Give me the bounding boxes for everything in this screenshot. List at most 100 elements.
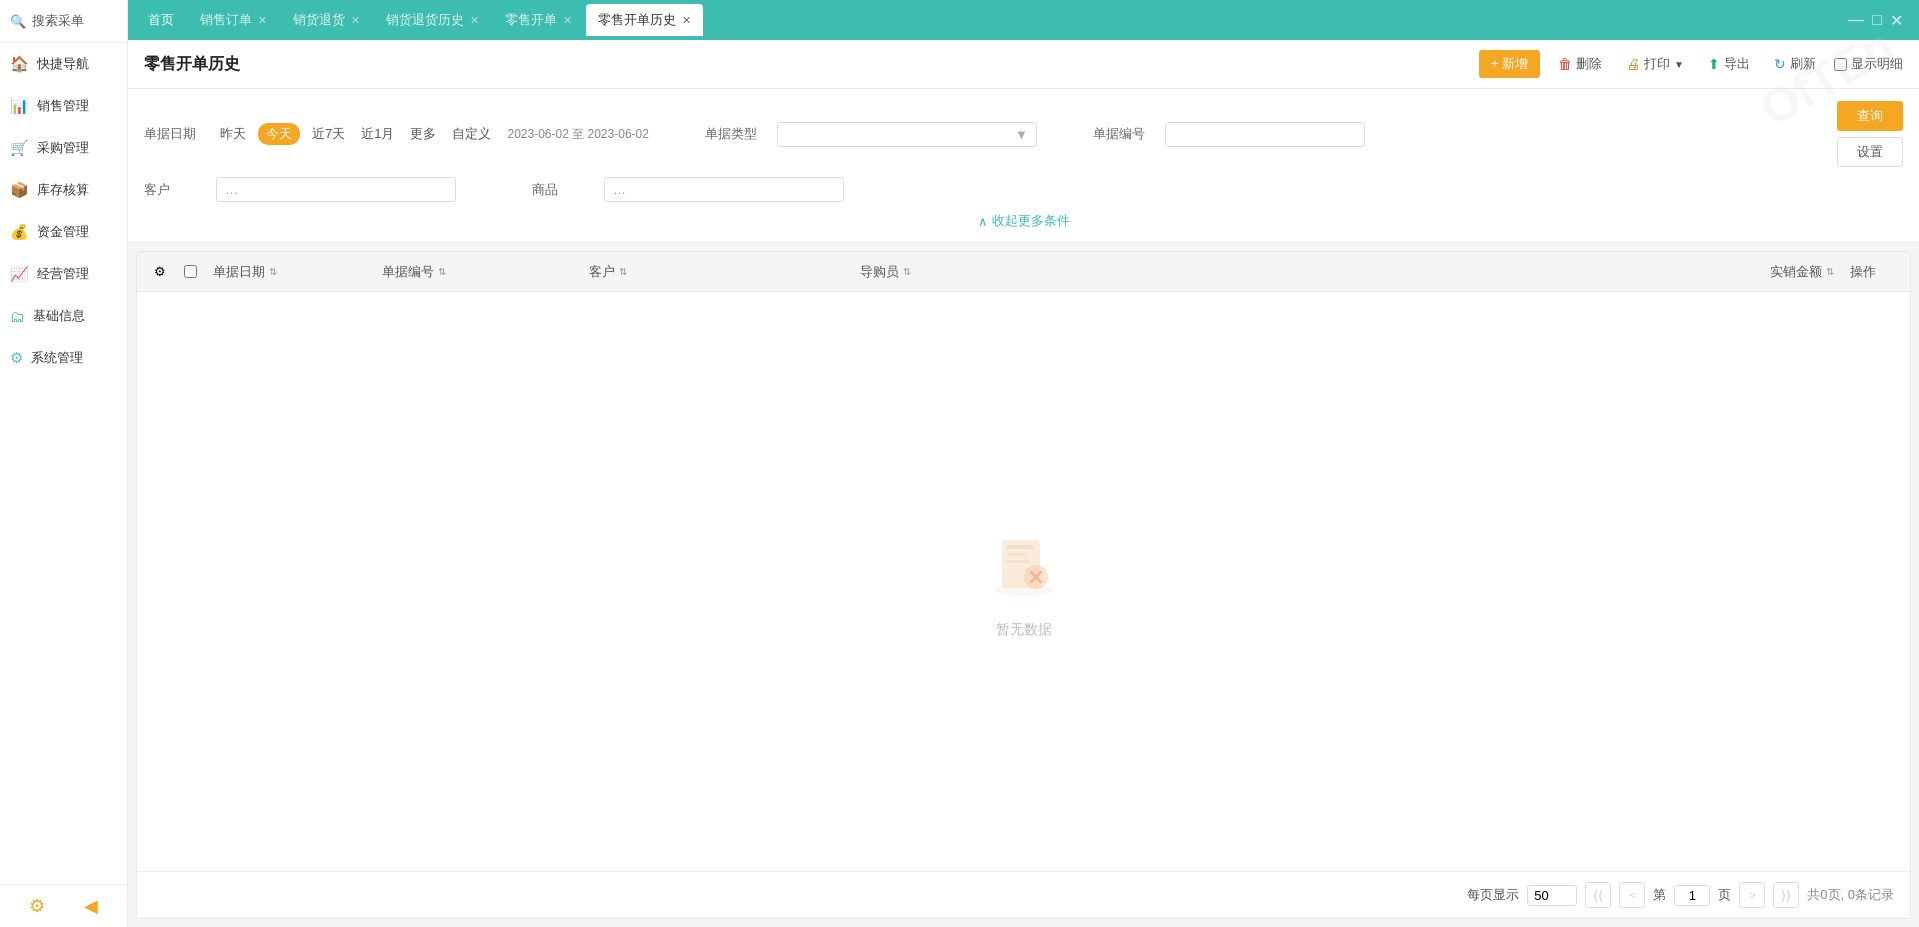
sidebar-item-sales-mgmt[interactable]: 📊 销售管理 [0,85,127,127]
empty-state: 暂无数据 [137,292,1910,871]
chart-icon: 📊 [10,97,29,115]
th-actions: 操作 [1842,263,1902,281]
sidebar-item-finance[interactable]: 💰 资金管理 [0,211,127,253]
page-input[interactable]: 1 [1674,885,1710,906]
tab-retail-open[interactable]: 零售开单 ✕ [493,4,584,36]
tab-retail-history[interactable]: 零售开单历史 ✕ [586,4,703,36]
per-page-label: 每页显示 [1467,886,1519,904]
tab-home-label: 首页 [148,11,174,29]
tab-sales-order-close[interactable]: ✕ [258,14,267,27]
tab-retail-history-close[interactable]: ✕ [682,14,691,27]
sidebar-item-basic-info[interactable]: 🗂 基础信息 [0,295,127,337]
tab-home[interactable]: 首页 [136,4,186,36]
sidebar: 🔍 搜索采单 🏠 快捷导航 📊 销售管理 🛒 采购管理 📦 库存核算 💰 资金管… [0,0,128,927]
sidebar-item-purchase-mgmt[interactable]: 🛒 采购管理 [0,127,127,169]
more-shortcut[interactable]: 更多 [406,123,440,145]
th-sno: 单据编号 ⇅ [374,263,581,281]
order-type-select[interactable]: ▼ [777,122,1037,147]
per-page-select[interactable]: 50 100 200 [1527,885,1577,906]
date-shortcuts: 昨天 今天 近7天 近1月 更多 自定义 2023-06-02 至 2023-0… [216,123,649,145]
svg-rect-2 [1006,545,1034,549]
last-page-button[interactable]: ⟩⟩ [1773,882,1799,908]
sidebar-item-label: 采购管理 [37,139,89,157]
order-no-label: 单据编号 [1093,125,1149,143]
first-page-button[interactable]: ⟨⟨ [1585,882,1611,908]
sidebar-item-quick-nav[interactable]: 🏠 快捷导航 [0,43,127,85]
table-select-all-checkbox[interactable] [175,265,205,278]
product-label: 商品 [532,181,588,199]
svg-rect-4 [1006,560,1030,563]
yesterday-shortcut[interactable]: 昨天 [216,123,250,145]
home-icon: 🏠 [10,55,29,73]
refresh-button[interactable]: ↻ 刷新 [1768,51,1822,77]
sidebar-item-label: 经营管理 [37,265,89,283]
prev-page-button[interactable]: ＜ [1619,882,1645,908]
th-guide: 导购员 ⇅ [852,263,1021,281]
sidebar-item-label: 库存核算 [37,181,89,199]
page-title: 零售开单历史 [144,54,240,75]
today-shortcut[interactable]: 今天 [258,123,300,145]
last7-shortcut[interactable]: 近7天 [308,123,349,145]
sort-date-icon[interactable]: ⇅ [269,266,277,277]
cart-icon: 🛒 [10,139,29,157]
print-dropdown-icon: ▼ [1674,59,1684,70]
tab-sales-return-label: 销货退货 [293,11,345,29]
add-button[interactable]: + 新增 [1479,50,1540,78]
sidebar-item-label: 基础信息 [33,307,85,325]
page-label: 第 [1653,886,1666,904]
order-type-dropdown-icon: ▼ [1015,127,1028,142]
sidebar-item-inventory[interactable]: 📦 库存核算 [0,169,127,211]
sort-sno-icon[interactable]: ⇅ [438,266,446,277]
tab-sales-return-close[interactable]: ✕ [351,14,360,27]
sort-amount-icon[interactable]: ⇅ [1826,266,1834,277]
tab-sales-return-history[interactable]: 销货退货历史 ✕ [374,4,491,36]
filter-row-2: 客户 … 商品 … [144,177,1903,202]
minimize-button[interactable]: — [1848,11,1864,30]
maximize-button[interactable]: □ [1872,11,1882,30]
customer-input[interactable]: … [216,177,456,202]
query-button[interactable]: 查询 [1837,101,1903,131]
show-detail-checkbox[interactable] [1834,58,1847,71]
filter-row-1: 单据日期 昨天 今天 近7天 近1月 更多 自定义 2023-06-02 至 2… [144,101,1903,167]
sidebar-search-label: 搜索采单 [32,12,84,30]
sidebar-search[interactable]: 🔍 搜索采单 [0,0,127,43]
money-icon: 💰 [10,223,29,241]
pagination: 每页显示 50 100 200 ⟨⟨ ＜ 第 1 页 ＞ ⟩⟩ 共0页, 0条记… [137,871,1910,918]
sidebar-item-label: 系统管理 [31,349,83,367]
th-date: 单据日期 ⇅ [205,263,374,281]
sidebar-item-sys-mgmt[interactable]: ⚙ 系统管理 [0,337,127,379]
next-page-button[interactable]: ＞ [1739,882,1765,908]
customer-label: 客户 [144,181,200,199]
sidebar-item-label: 快捷导航 [37,55,89,73]
tab-sales-return[interactable]: 销货退货 ✕ [281,4,372,36]
table-area: ⚙ 单据日期 ⇅ 单据编号 ⇅ 客户 ⇅ 导购员 [136,251,1911,919]
product-input[interactable]: … [604,177,844,202]
main-area: 首页 销售订单 ✕ 销货退货 ✕ 销货退货历史 ✕ 零售开单 ✕ 零售开单历史 … [128,0,1919,927]
sidebar-item-operations[interactable]: 📈 经营管理 [0,253,127,295]
settings-bottom-icon[interactable]: ⚙ [29,895,45,917]
collapse-filter-button[interactable]: ∧ 收起更多条件 [144,212,1903,230]
tab-sales-return-history-close[interactable]: ✕ [470,14,479,27]
print-button[interactable]: 🖨 打印 ▼ [1620,51,1690,77]
sort-customer-icon[interactable]: ⇅ [619,266,627,277]
sidebar-item-label: 销售管理 [37,97,89,115]
export-button[interactable]: ⬆ 导出 [1702,51,1756,77]
table-settings-icon[interactable]: ⚙ [145,264,175,279]
setting-button[interactable]: 设置 [1837,137,1903,167]
sidebar-bottom: ⚙ ◀ [0,884,127,927]
tab-sales-order[interactable]: 销售订单 ✕ [188,4,279,36]
filter-area: 单据日期 昨天 今天 近7天 近1月 更多 自定义 2023-06-02 至 2… [128,89,1919,243]
date-range-display: 2023-06-02 至 2023-06-02 [507,126,648,143]
last1m-shortcut[interactable]: 近1月 [357,123,398,145]
order-no-input[interactable] [1165,122,1365,147]
close-button[interactable]: ✕ [1890,11,1903,30]
tab-retail-open-close[interactable]: ✕ [563,14,572,27]
delete-button[interactable]: 🗑 删除 [1552,51,1608,77]
sidebar-item-label: 资金管理 [37,223,89,241]
export-icon: ⬆ [1708,56,1720,72]
sort-guide-icon[interactable]: ⇅ [903,266,911,277]
show-detail-checkbox-area[interactable]: 显示明细 [1834,55,1903,73]
order-type-label: 单据类型 [705,125,761,143]
custom-shortcut[interactable]: 自定义 [448,123,495,145]
collapse-sidebar-icon[interactable]: ◀ [84,895,98,917]
